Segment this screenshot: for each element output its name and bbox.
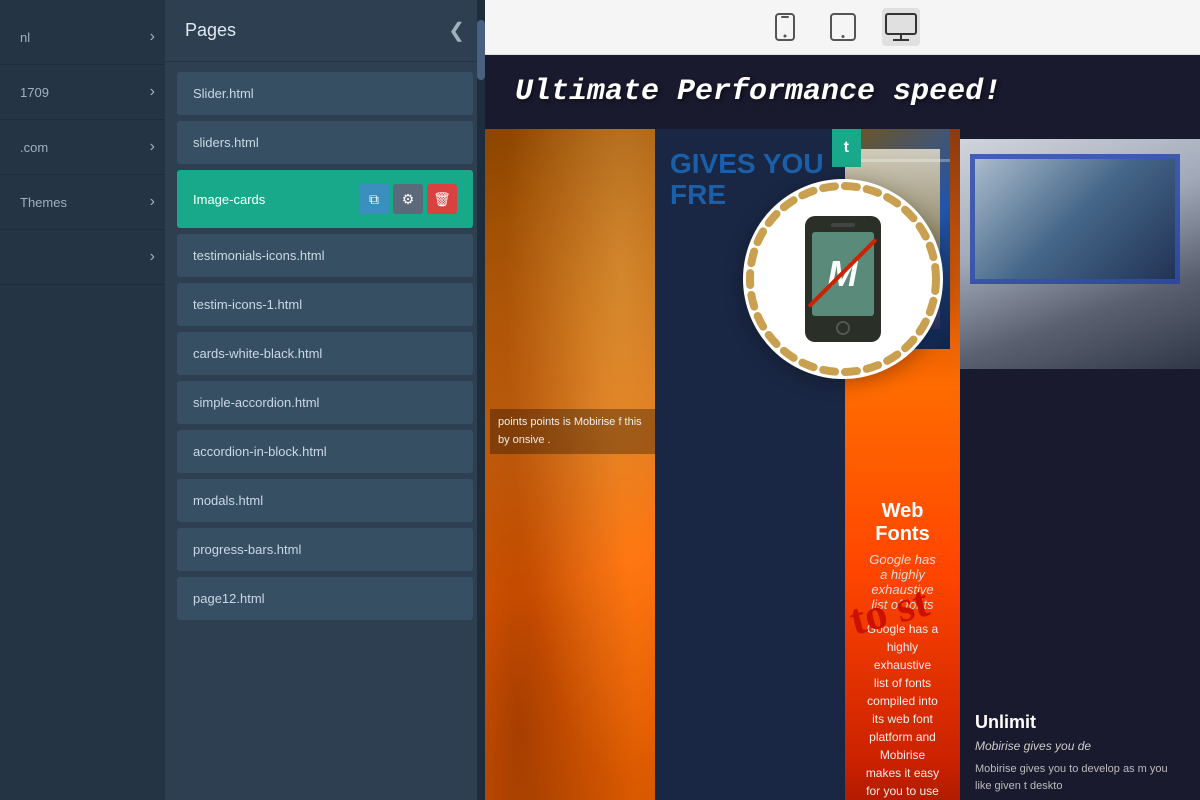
sidebar-item-label: .com [20, 140, 48, 155]
sidebar-item-themes[interactable]: Themes › [0, 175, 165, 230]
sidebar-item-label: 1709 [20, 85, 49, 100]
computer-photo [960, 139, 1200, 369]
banner-title: Ultimate Performance speed! [515, 75, 1001, 109]
preview-content: Ultimate Performance speed! points point… [485, 55, 1200, 800]
pages-close-button[interactable]: ❮ [448, 18, 465, 43]
sidebar-item-label: nl [20, 30, 30, 45]
page-item-image-cards[interactable]: Image-cards ⧉ ⚙ 🗑 [177, 170, 473, 228]
tablet-view-button[interactable] [824, 8, 862, 46]
right-card-body: Mobirise gives you to develop as m you l… [975, 761, 1185, 794]
phone-body: M [805, 216, 881, 342]
right-card-title: Unlimit [975, 712, 1185, 733]
right-panel-content: Unlimit Mobirise gives you de Mobirise g… [960, 697, 1200, 800]
page-item-cards-white-black[interactable]: cards-white-black.html [177, 332, 473, 375]
left-photo-col: points points is Mobirise f this by onsi… [485, 129, 655, 800]
page-item-testim-icons-1[interactable]: testim-icons-1.html [177, 283, 473, 326]
sidebar-item-themes-label: Themes [20, 195, 67, 210]
page-item-modals[interactable]: modals.html [177, 479, 473, 522]
page-item-label: Image-cards [193, 192, 265, 207]
scrollbar[interactable] [477, 0, 485, 800]
pages-list: Slider.html sliders.html Image-cards ⧉ ⚙… [165, 62, 485, 800]
delete-page-button[interactable]: 🗑 [427, 184, 457, 214]
page-item-slider[interactable]: Slider.html [177, 72, 473, 115]
sidebar-item-2[interactable]: 1709 › [0, 65, 165, 120]
chevron-right-icon: › [150, 138, 155, 156]
points-text: points points is Mobirise f this by onsi… [490, 409, 655, 454]
settings-page-button[interactable]: ⚙ [393, 184, 423, 214]
page-item-label: Slider.html [193, 86, 254, 101]
sidebar-item-5[interactable]: › [0, 230, 165, 285]
page-item-progress-bars[interactable]: progress-bars.html [177, 528, 473, 571]
page-item-simple-accordion[interactable]: simple-accordion.html [177, 381, 473, 424]
page-item-label: simple-accordion.html [193, 395, 319, 410]
desktop-view-button[interactable] [882, 8, 920, 46]
web-fonts-title: Web Fonts [865, 500, 940, 546]
chevron-right-icon: › [150, 193, 155, 211]
chevron-right-icon: › [150, 83, 155, 101]
pages-header: Pages ❮ [165, 0, 485, 62]
chevron-right-icon: › [150, 248, 155, 266]
teal-action-button[interactable]: t [832, 129, 861, 167]
main-area: Ultimate Performance speed! points point… [485, 0, 1200, 800]
sidebar-item-1[interactable]: nl › [0, 10, 165, 65]
copy-page-button[interactable]: ⧉ [359, 184, 389, 214]
page-item-testimonials-icons[interactable]: testimonials-icons.html [177, 234, 473, 277]
page-item-label: progress-bars.html [193, 542, 301, 557]
pages-panel-title: Pages [185, 20, 236, 41]
page-item-page12[interactable]: page12.html [177, 577, 473, 620]
page-item-label: page12.html [193, 591, 265, 606]
page-item-label: testim-icons-1.html [193, 297, 302, 312]
mobile-view-button[interactable] [766, 8, 804, 46]
page-item-label: testimonials-icons.html [193, 248, 325, 263]
web-fonts-body: Google has a highly exhaustive list of f… [865, 620, 940, 800]
chevron-right-icon: › [150, 28, 155, 46]
sidebar-item-3[interactable]: .com › [0, 120, 165, 175]
pages-panel: Pages ❮ Slider.html sliders.html Image-c… [165, 0, 485, 800]
floating-logo-circle: M [743, 179, 943, 379]
page-item-label: modals.html [193, 493, 263, 508]
page-item-label: sliders.html [193, 135, 259, 150]
left-sidebar: nl › 1709 › .com › Themes › › [0, 0, 165, 800]
right-card-subtitle: Mobirise gives you de [975, 739, 1185, 753]
scroll-thumb [477, 20, 485, 80]
page-item-label: cards-white-black.html [193, 346, 322, 361]
page-item-label: accordion-in-block.html [193, 444, 327, 459]
banner-section: Ultimate Performance speed! [485, 55, 1200, 129]
right-col: Unlimit Mobirise gives you de Mobirise g… [960, 129, 1200, 800]
preview-area: Ultimate Performance speed! points point… [485, 55, 1200, 800]
page-item-sliders[interactable]: sliders.html [177, 121, 473, 164]
phone-icon: M [805, 216, 881, 342]
toolbar [485, 0, 1200, 55]
page-item-actions: ⧉ ⚙ 🗑 [359, 184, 457, 214]
page-item-accordion-in-block[interactable]: accordion-in-block.html [177, 430, 473, 473]
